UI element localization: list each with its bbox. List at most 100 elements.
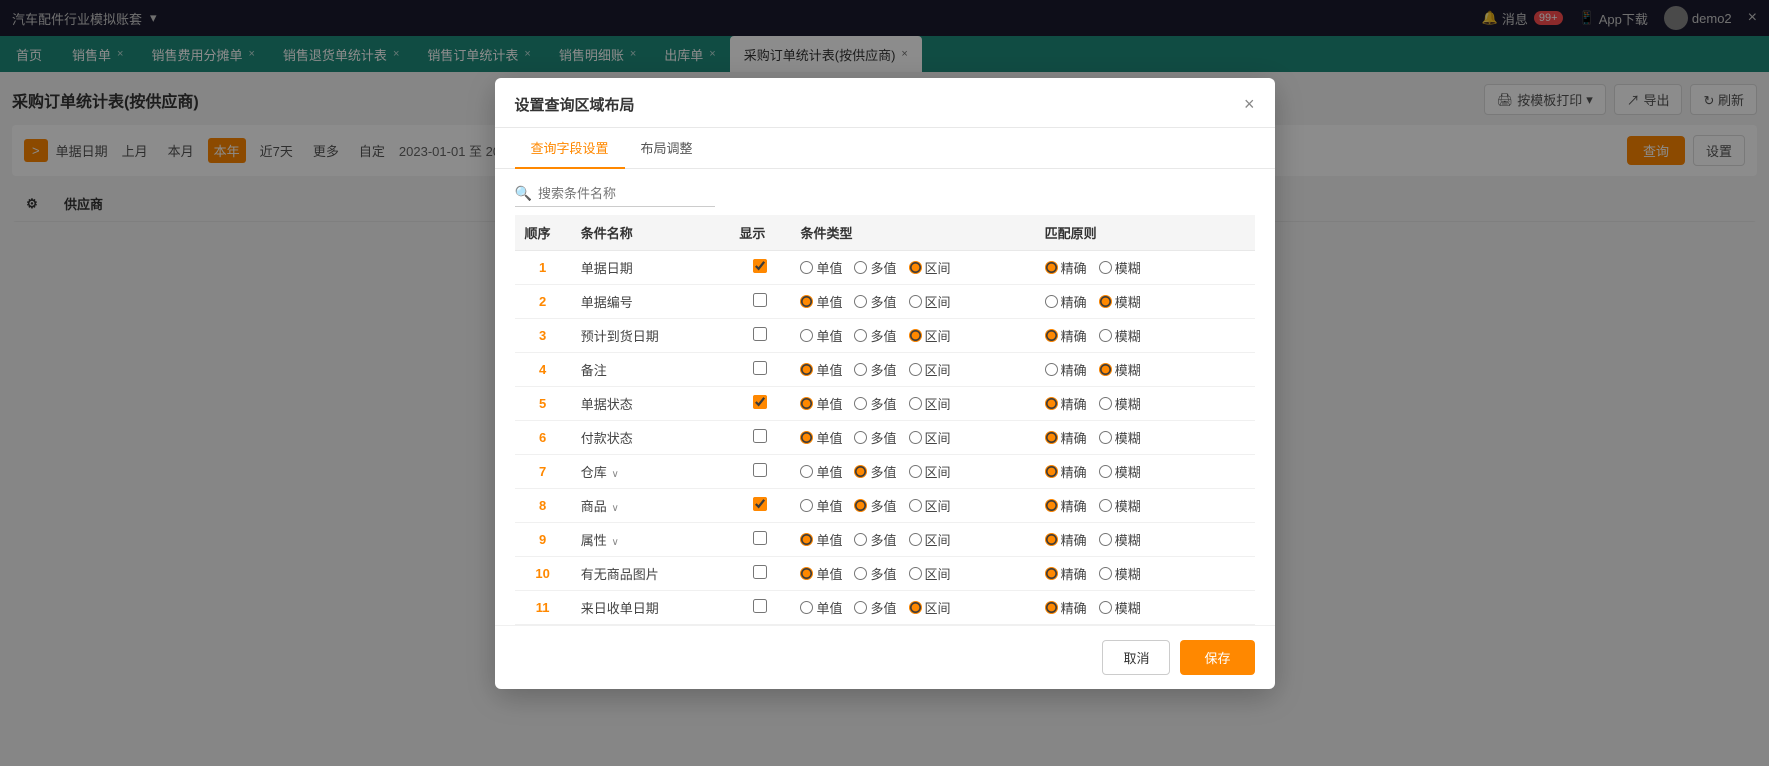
type-single-option[interactable]: 单值 [800, 530, 842, 549]
match-fuzzy-option[interactable]: 模糊 [1099, 496, 1141, 515]
show-checkbox-wrap[interactable] [753, 295, 767, 310]
type-multi-option[interactable]: 多值 [854, 394, 896, 413]
type-multi-radio[interactable] [854, 431, 867, 444]
type-single-option[interactable]: 单值 [800, 428, 842, 447]
type-multi-radio[interactable] [854, 567, 867, 580]
match-fuzzy-option[interactable]: 模糊 [1099, 258, 1141, 277]
match-exact-radio[interactable] [1045, 533, 1058, 546]
show-checkbox-wrap[interactable] [753, 465, 767, 480]
type-multi-option[interactable]: 多值 [854, 462, 896, 481]
match-fuzzy-option[interactable]: 模糊 [1099, 326, 1141, 345]
show-checkbox-wrap[interactable] [753, 499, 767, 514]
match-exact-radio[interactable] [1045, 567, 1058, 580]
show-checkbox-wrap[interactable] [753, 431, 767, 446]
type-range-option[interactable]: 区间 [909, 258, 951, 277]
type-range-option[interactable]: 区间 [909, 530, 951, 549]
type-range-option[interactable]: 区间 [909, 598, 951, 617]
type-single-radio[interactable] [800, 499, 813, 512]
match-exact-option[interactable]: 精确 [1045, 394, 1087, 413]
type-range-radio[interactable] [909, 601, 922, 614]
show-checkbox[interactable] [753, 395, 767, 409]
match-exact-option[interactable]: 精确 [1045, 292, 1087, 311]
type-range-option[interactable]: 区间 [909, 428, 951, 447]
match-fuzzy-radio[interactable] [1099, 295, 1112, 308]
match-exact-option[interactable]: 精确 [1045, 530, 1087, 549]
match-exact-radio[interactable] [1045, 431, 1058, 444]
match-exact-radio[interactable] [1045, 363, 1058, 376]
show-checkbox-wrap[interactable] [753, 363, 767, 378]
type-multi-radio[interactable] [854, 601, 867, 614]
match-fuzzy-radio[interactable] [1099, 329, 1112, 342]
type-multi-option[interactable]: 多值 [854, 326, 896, 345]
match-fuzzy-option[interactable]: 模糊 [1099, 394, 1141, 413]
match-exact-radio[interactable] [1045, 397, 1058, 410]
match-fuzzy-option[interactable]: 模糊 [1099, 564, 1141, 583]
show-checkbox[interactable] [753, 599, 767, 613]
match-fuzzy-radio[interactable] [1099, 533, 1112, 546]
type-single-option[interactable]: 单值 [800, 462, 842, 481]
type-multi-option[interactable]: 多值 [854, 564, 896, 583]
type-multi-option[interactable]: 多值 [854, 292, 896, 311]
match-fuzzy-radio[interactable] [1099, 567, 1112, 580]
type-range-radio[interactable] [909, 329, 922, 342]
type-multi-option[interactable]: 多值 [854, 360, 896, 379]
match-exact-option[interactable]: 精确 [1045, 496, 1087, 515]
type-single-radio[interactable] [800, 431, 813, 444]
type-single-radio[interactable] [800, 295, 813, 308]
type-multi-option[interactable]: 多值 [854, 258, 896, 277]
match-exact-option[interactable]: 精确 [1045, 564, 1087, 583]
search-input[interactable] [538, 186, 698, 201]
type-range-option[interactable]: 区间 [909, 360, 951, 379]
type-range-radio[interactable] [909, 499, 922, 512]
type-range-radio[interactable] [909, 261, 922, 274]
tab-layout-adjust[interactable]: 布局调整 [625, 128, 709, 169]
show-checkbox[interactable] [753, 463, 767, 477]
match-exact-radio[interactable] [1045, 329, 1058, 342]
match-fuzzy-radio[interactable] [1099, 397, 1112, 410]
type-single-radio[interactable] [800, 533, 813, 546]
type-range-radio[interactable] [909, 431, 922, 444]
type-single-radio[interactable] [800, 567, 813, 580]
type-multi-option[interactable]: 多值 [854, 428, 896, 447]
match-fuzzy-option[interactable]: 模糊 [1099, 360, 1141, 379]
match-exact-radio[interactable] [1045, 601, 1058, 614]
type-single-option[interactable]: 单值 [800, 292, 842, 311]
match-fuzzy-radio[interactable] [1099, 431, 1112, 444]
type-single-radio[interactable] [800, 261, 813, 274]
show-checkbox[interactable] [753, 293, 767, 307]
match-fuzzy-radio[interactable] [1099, 601, 1112, 614]
type-range-option[interactable]: 区间 [909, 564, 951, 583]
type-single-radio[interactable] [800, 329, 813, 342]
type-range-radio[interactable] [909, 465, 922, 478]
match-exact-option[interactable]: 精确 [1045, 462, 1087, 481]
type-range-option[interactable]: 区间 [909, 462, 951, 481]
type-range-radio[interactable] [909, 295, 922, 308]
type-range-option[interactable]: 区间 [909, 496, 951, 515]
match-fuzzy-radio[interactable] [1099, 465, 1112, 478]
type-single-option[interactable]: 单值 [800, 326, 842, 345]
type-multi-radio[interactable] [854, 295, 867, 308]
match-fuzzy-radio[interactable] [1099, 363, 1112, 376]
show-checkbox-wrap[interactable] [753, 533, 767, 548]
type-single-option[interactable]: 单值 [800, 394, 842, 413]
match-exact-radio[interactable] [1045, 465, 1058, 478]
show-checkbox-wrap[interactable] [753, 397, 767, 412]
match-exact-option[interactable]: 精确 [1045, 326, 1087, 345]
match-fuzzy-option[interactable]: 模糊 [1099, 292, 1141, 311]
type-multi-radio[interactable] [854, 397, 867, 410]
match-exact-option[interactable]: 精确 [1045, 598, 1087, 617]
match-exact-radio[interactable] [1045, 261, 1058, 274]
type-single-option[interactable]: 单值 [800, 360, 842, 379]
type-multi-option[interactable]: 多值 [854, 530, 896, 549]
match-exact-radio[interactable] [1045, 295, 1058, 308]
match-fuzzy-option[interactable]: 模糊 [1099, 530, 1141, 549]
type-range-option[interactable]: 区间 [909, 394, 951, 413]
type-multi-radio[interactable] [854, 363, 867, 376]
type-single-option[interactable]: 单值 [800, 496, 842, 515]
cancel-button[interactable]: 取消 [1102, 640, 1170, 675]
type-range-radio[interactable] [909, 363, 922, 376]
match-fuzzy-option[interactable]: 模糊 [1099, 598, 1141, 617]
show-checkbox[interactable] [753, 327, 767, 341]
show-checkbox-wrap[interactable] [753, 261, 767, 276]
match-fuzzy-option[interactable]: 模糊 [1099, 462, 1141, 481]
